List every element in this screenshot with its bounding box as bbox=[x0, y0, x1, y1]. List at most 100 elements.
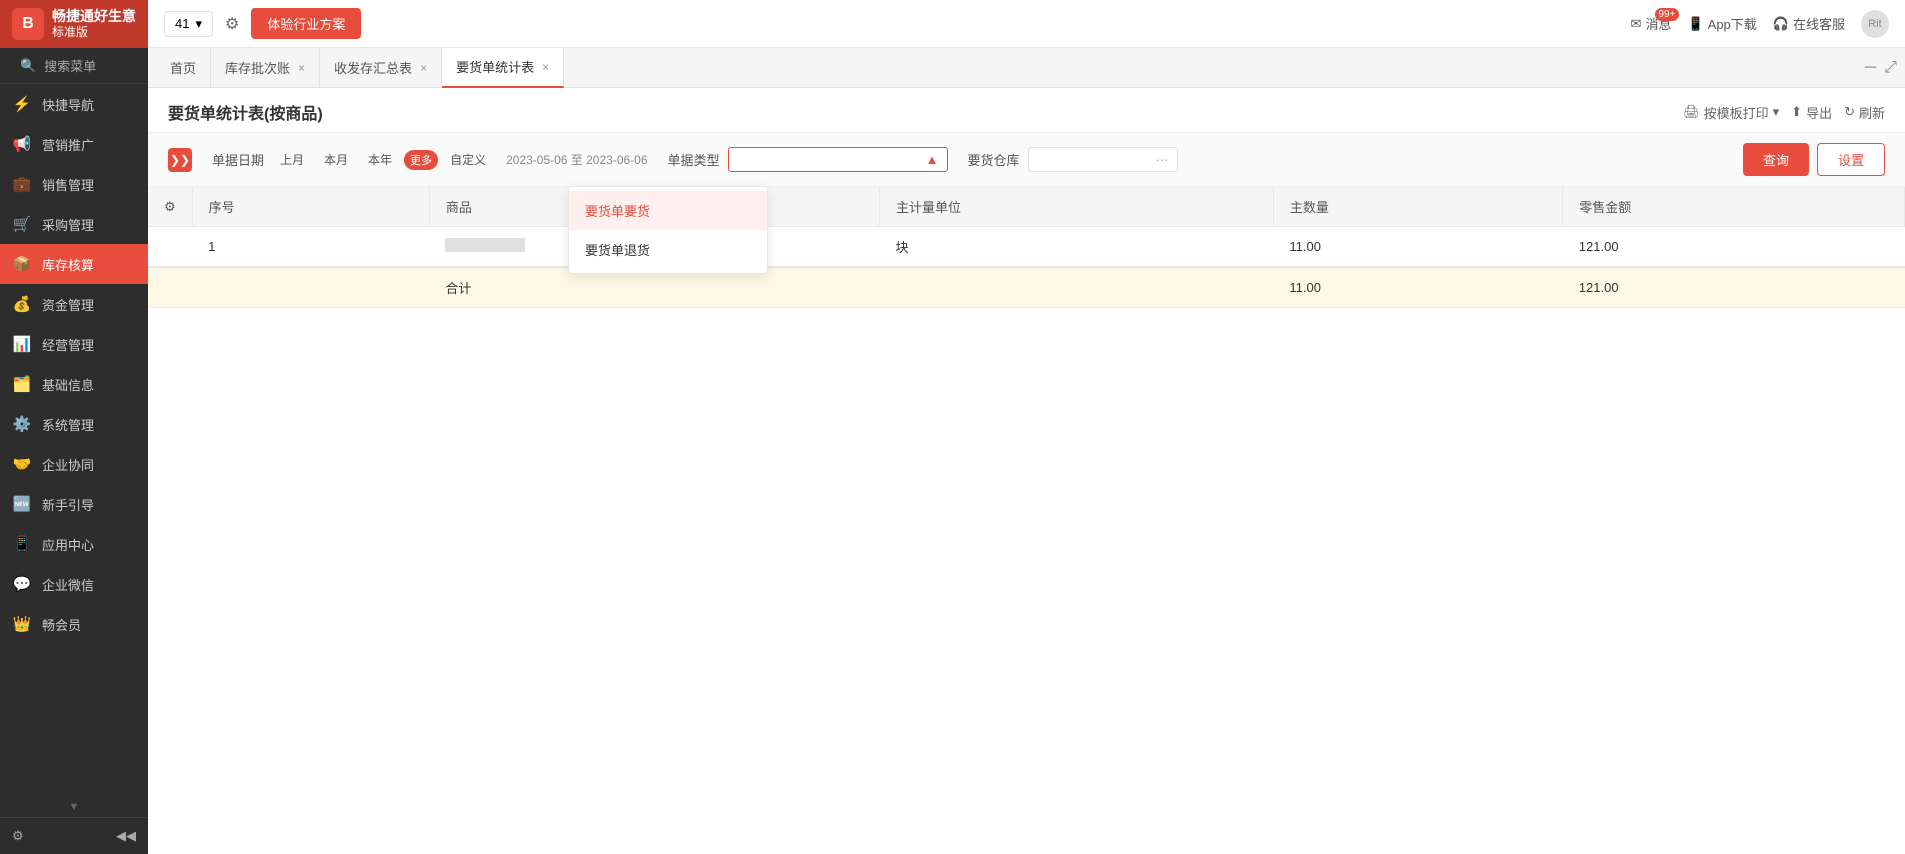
guide-icon: 🆕 bbox=[12, 494, 32, 514]
main-area: 41 ▾ ⚙ 体验行业方案 ✉ 消息 99+ 📱 App下载 🎧 在线客服 Ri… bbox=[148, 0, 1905, 854]
settings-bottom-icon[interactable]: ⚙ bbox=[12, 828, 24, 844]
tab-dispatch-summary[interactable]: 收发存汇总表 × bbox=[320, 48, 442, 88]
row-unit: 块 bbox=[879, 227, 1273, 268]
date-btn-this-year[interactable]: 本年 bbox=[360, 148, 400, 171]
app-name: 畅捷通好生意 bbox=[52, 7, 136, 25]
marketing-icon: 📢 bbox=[12, 134, 32, 154]
sidebar-item-corp[interactable]: 🤝 企业协同 bbox=[0, 444, 148, 484]
tab-inventory-batch[interactable]: 库存批次账 × bbox=[211, 48, 320, 88]
search-icon: 🔍 bbox=[20, 58, 36, 74]
sidebar-item-basic[interactable]: 🗂️ 基础信息 bbox=[0, 364, 148, 404]
tab-home[interactable]: 首页 bbox=[156, 48, 211, 88]
service-icon: 🎧 bbox=[1773, 16, 1789, 32]
apps-icon: 📱 bbox=[12, 534, 32, 554]
dropdown-item-order-request[interactable]: 要货单要货 bbox=[569, 191, 767, 230]
date-filter-group: 单据日期 上月 本月 本年 更多 自定义 2023-05-06 至 2023-0… bbox=[212, 148, 648, 171]
user-avatar[interactable]: Rit bbox=[1861, 10, 1889, 38]
print-icon: 🖨 bbox=[1683, 104, 1700, 120]
trial-button[interactable]: 体验行业方案 bbox=[251, 8, 361, 39]
page-header: 要货单统计表(按商品) 🖨 按模板打印 ▾ ⬆ 导出 ↻ 刷新 bbox=[148, 88, 1905, 133]
tab-order-stats-close[interactable]: × bbox=[542, 60, 549, 74]
warehouse-filter-label: 要货仓库 bbox=[968, 150, 1020, 169]
export-icon: ⬆ bbox=[1791, 104, 1802, 120]
company-dropdown-icon: ▾ bbox=[195, 16, 202, 32]
sidebar-item-label: 快捷导航 bbox=[42, 95, 94, 114]
sidebar-item-operations[interactable]: 📊 经营管理 bbox=[0, 324, 148, 364]
export-button[interactable]: ⬆ 导出 bbox=[1791, 103, 1832, 122]
tab-actions: ─ ⤢ bbox=[1865, 59, 1897, 77]
system-icon: ⚙️ bbox=[12, 414, 32, 434]
type-filter-group: 单据类型 ▲ bbox=[668, 147, 948, 172]
total-row: 合计 11.00 121.00 bbox=[148, 267, 1905, 308]
settings-button[interactable]: 设置 bbox=[1817, 143, 1885, 176]
inventory-icon: 📦 bbox=[12, 254, 32, 274]
date-btn-custom[interactable]: 自定义 bbox=[442, 148, 494, 171]
date-badge-more[interactable]: 更多 bbox=[404, 150, 438, 170]
col-amount: 零售金额 bbox=[1563, 187, 1905, 227]
row-settings bbox=[148, 227, 192, 268]
dropdown-item-order-return[interactable]: 要货单退货 bbox=[569, 230, 767, 269]
sidebar-item-label: 基础信息 bbox=[42, 375, 94, 394]
tab-inventory-batch-close[interactable]: × bbox=[298, 61, 305, 75]
header-settings-icon[interactable]: ⚙ bbox=[225, 14, 239, 34]
page-title: 要货单统计表(按商品) bbox=[168, 100, 323, 124]
type-select-chevron-up: ▲ bbox=[926, 152, 939, 167]
finance-icon: 💰 bbox=[12, 294, 32, 314]
sidebar-item-quick-nav[interactable]: ⚡ 快捷导航 bbox=[0, 84, 148, 124]
header-left: 41 ▾ ⚙ 体验行业方案 bbox=[164, 8, 361, 39]
type-select[interactable]: ▲ bbox=[728, 147, 948, 172]
sidebar-item-label: 采购管理 bbox=[42, 215, 94, 234]
corp-icon: 🤝 bbox=[12, 454, 32, 474]
sidebar-item-purchase[interactable]: 🛒 采购管理 bbox=[0, 204, 148, 244]
row-qty: 11.00 bbox=[1273, 227, 1562, 268]
data-table-container: ⚙ 序号 商品 主计量单位 主数量 零售金额 1 bbox=[148, 187, 1905, 308]
app-icon: 📱 bbox=[1687, 16, 1703, 32]
wechat-icon: 💬 bbox=[12, 574, 32, 594]
sidebar-item-system[interactable]: ⚙️ 系统管理 bbox=[0, 404, 148, 444]
sidebar-item-finance[interactable]: 💰 资金管理 bbox=[0, 284, 148, 324]
online-service-action[interactable]: 🎧 在线客服 bbox=[1773, 14, 1845, 33]
collapse-icon[interactable]: ◀◀ bbox=[116, 828, 136, 844]
sidebar-item-wechat[interactable]: 💬 企业微信 bbox=[0, 564, 148, 604]
warehouse-select[interactable]: ··· bbox=[1028, 147, 1178, 172]
sidebar: B 畅捷通好生意 标准版 🔍 搜索菜单 ⚡ 快捷导航 📢 营销推广 💼 销售管理… bbox=[0, 0, 148, 854]
tab-order-stats[interactable]: 要货单统计表 × bbox=[442, 48, 564, 88]
company-name: 41 bbox=[175, 16, 189, 31]
table-row: 1 块 11.00 121.00 bbox=[148, 227, 1905, 268]
date-range-display: 2023-05-06 至 2023-06-06 bbox=[506, 151, 647, 168]
sidebar-item-label: 新手引导 bbox=[42, 495, 94, 514]
sidebar-item-inventory[interactable]: 📦 库存核算 bbox=[0, 244, 148, 284]
col-settings[interactable]: ⚙ bbox=[148, 187, 192, 227]
sidebar-search[interactable]: 🔍 搜索菜单 bbox=[0, 48, 148, 84]
sidebar-item-guide[interactable]: 🆕 新手引导 bbox=[0, 484, 148, 524]
quick-nav-icon: ⚡ bbox=[12, 94, 32, 114]
online-service-label: 在线客服 bbox=[1793, 14, 1845, 33]
header-right: ✉ 消息 99+ 📱 App下载 🎧 在线客服 Rit bbox=[1631, 10, 1889, 38]
refresh-button[interactable]: ↻ 刷新 bbox=[1844, 103, 1885, 122]
print-button[interactable]: 🖨 按模板打印 ▾ bbox=[1683, 103, 1779, 122]
basic-icon: 🗂️ bbox=[12, 374, 32, 394]
tab-home-label: 首页 bbox=[170, 58, 196, 77]
tab-dispatch-summary-close[interactable]: × bbox=[420, 61, 427, 75]
top-header: 41 ▾ ⚙ 体验行业方案 ✉ 消息 99+ 📱 App下载 🎧 在线客服 Ri… bbox=[148, 0, 1905, 48]
tab-expand-icon[interactable]: ⤢ bbox=[1884, 59, 1897, 77]
company-selector[interactable]: 41 ▾ bbox=[164, 11, 213, 37]
messages-action[interactable]: ✉ 消息 99+ bbox=[1631, 14, 1672, 33]
tab-minimize-icon[interactable]: ─ bbox=[1865, 59, 1876, 77]
sidebar-item-label: 应用中心 bbox=[42, 535, 94, 554]
query-button[interactable]: 查询 bbox=[1743, 143, 1809, 176]
data-table: ⚙ 序号 商品 主计量单位 主数量 零售金额 1 bbox=[148, 187, 1905, 308]
sidebar-item-label: 企业协同 bbox=[42, 455, 94, 474]
col-no: 序号 bbox=[192, 187, 429, 227]
sidebar-item-vip[interactable]: 👑 畅会员 bbox=[0, 604, 148, 644]
warehouse-more-icon[interactable]: ··· bbox=[1156, 152, 1169, 167]
sidebar-item-marketing[interactable]: 📢 营销推广 bbox=[0, 124, 148, 164]
page-actions: 🖨 按模板打印 ▾ ⬆ 导出 ↻ 刷新 bbox=[1683, 103, 1885, 122]
app-download-action[interactable]: 📱 App下载 bbox=[1687, 14, 1756, 33]
tab-bar: 首页 库存批次账 × 收发存汇总表 × 要货单统计表 × ─ ⤢ bbox=[148, 48, 1905, 88]
sidebar-item-apps[interactable]: 📱 应用中心 bbox=[0, 524, 148, 564]
sidebar-item-sales[interactable]: 💼 销售管理 bbox=[0, 164, 148, 204]
date-btn-this-month[interactable]: 本月 bbox=[316, 148, 356, 171]
filter-expand-button[interactable]: ❯❯ bbox=[168, 148, 192, 172]
date-btn-last-month[interactable]: 上月 bbox=[272, 148, 312, 171]
